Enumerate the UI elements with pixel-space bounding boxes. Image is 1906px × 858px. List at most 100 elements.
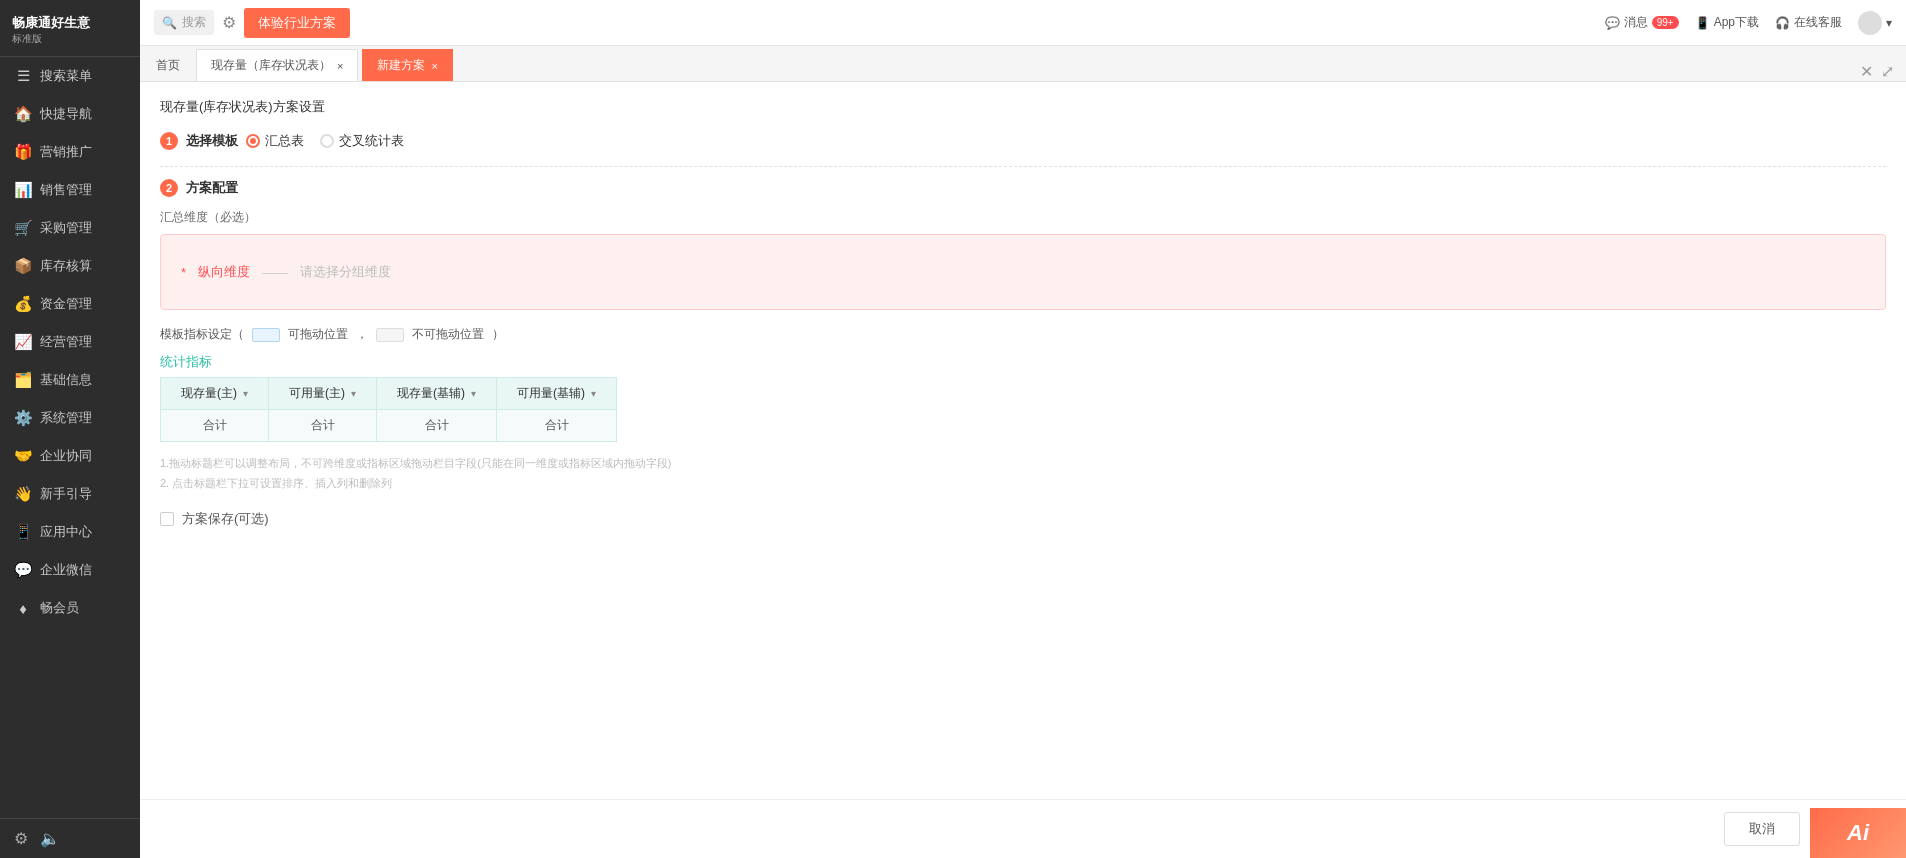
chevron-down-icon[interactable]: ▾: [591, 388, 596, 399]
sidebar-item-企业协同[interactable]: 🤝企业协同: [0, 437, 140, 475]
radio-cross-circle: [320, 134, 334, 148]
topbar: 🔍 搜索 ⚙ 体验行业方案 💬 消息 99+ 📱 App下载 🎧 在线客服: [140, 0, 1906, 46]
template-radio-group: 汇总表 交叉统计表: [246, 132, 404, 150]
tab-inventory-close-icon[interactable]: ×: [337, 60, 343, 72]
sidebar-item-icon: 💬: [14, 561, 32, 579]
col-label: 现存量(主): [181, 385, 237, 402]
summary-dimension-label: 汇总维度（必选）: [160, 209, 1886, 226]
stats-col-header[interactable]: 可用量(主) ▾: [269, 378, 377, 410]
sidebar-footer: ⚙ 🔈: [0, 818, 140, 858]
sidebar-item-畅会员[interactable]: ♦畅会员: [0, 589, 140, 627]
headset-icon: 🎧: [1775, 16, 1790, 30]
page-title: 现存量(库存状况表)方案设置: [160, 98, 1886, 116]
sidebar-item-经营管理[interactable]: 📈经营管理: [0, 323, 140, 361]
download-icon: 📱: [1695, 16, 1710, 30]
sidebar-item-icon: ☰: [14, 67, 32, 85]
tab-new-plan[interactable]: 新建方案 ×: [362, 49, 452, 81]
message-icon: 💬: [1605, 16, 1620, 30]
sidebar-item-label: 搜索菜单: [40, 67, 92, 85]
sidebar-item-营销推广[interactable]: 🎁营销推广: [0, 133, 140, 171]
not-draggable-indicator-legend: [376, 328, 404, 342]
stats-col-header[interactable]: 可用量(基辅)▾: [497, 378, 617, 410]
chevron-down-icon[interactable]: ▾: [243, 388, 248, 399]
sidebar-item-资金管理[interactable]: 💰资金管理: [0, 285, 140, 323]
sidebar-item-销售管理[interactable]: 📊 销售管理: [0, 171, 140, 209]
chevron-down-icon: ▾: [1886, 16, 1892, 30]
sidebar-item-icon: 📱: [14, 523, 32, 541]
online-service-label: 在线客服: [1794, 14, 1842, 31]
sidebar-item-快捷导航[interactable]: 🏠快捷导航: [0, 95, 140, 133]
step1-title: 选择模板: [186, 132, 238, 150]
sidebar-item-采购管理[interactable]: 🛒采购管理: [0, 209, 140, 247]
tab-home[interactable]: 首页: [140, 49, 196, 81]
radio-cross-table[interactable]: 交叉统计表: [320, 132, 404, 150]
save-plan-checkbox[interactable]: [160, 512, 174, 526]
ai-badge[interactable]: Ai: [1810, 808, 1906, 858]
stats-col-sub: 合计: [161, 410, 269, 442]
dimension-box: * 纵向维度 —— 请选择分组维度: [160, 234, 1886, 310]
sidebar-item-系统管理[interactable]: ⚙️系统管理: [0, 399, 140, 437]
sidebar-item-icon: 📊: [14, 181, 32, 199]
search-icon: 🔍: [162, 16, 177, 30]
sidebar-nav: ☰ 搜索菜单 🏠快捷导航🎁营销推广 📊 销售管理 🛒采购管理📦库存核算💰资金管理📈经营管理…: [0, 57, 140, 818]
stats-section-title: 统计指标: [160, 353, 1886, 371]
avatar-icon: [1858, 11, 1882, 35]
radio-summary-table[interactable]: 汇总表: [246, 132, 304, 150]
settings-icon[interactable]: ⚙: [14, 829, 28, 848]
sidebar-item-icon: 🎁: [14, 143, 32, 161]
experience-btn[interactable]: 体验行业方案: [244, 8, 350, 38]
indicators-close: ）: [492, 326, 504, 343]
tab-new-plan-close-icon[interactable]: ×: [431, 60, 437, 72]
sidebar-item-label: 资金管理: [40, 295, 92, 313]
sidebar-item-应用中心[interactable]: 📱应用中心: [0, 513, 140, 551]
stats-col-sub: 合计: [497, 410, 617, 442]
sidebar-item-label: 经营管理: [40, 333, 92, 351]
col-label: 现存量(基辅): [397, 385, 465, 402]
hints-section: 1.拖动标题栏可以调整布局，不可跨维度或指标区域拖动栏目字段(只能在同一维度或指…: [160, 454, 1886, 494]
topbar-search[interactable]: 🔍 搜索: [154, 10, 214, 35]
cancel-button[interactable]: 取消: [1724, 812, 1800, 846]
message-item[interactable]: 💬 消息 99+: [1605, 14, 1679, 31]
sidebar-item-label: 新手引导: [40, 485, 92, 503]
footer-bar: 取消 查询: [140, 799, 1906, 858]
message-badge: 99+: [1652, 16, 1679, 29]
stats-col-header[interactable]: 现存量(基辅) ▾: [377, 378, 497, 410]
sidebar-item-icon: 📦: [14, 257, 32, 275]
section2-header: 2 方案配置: [160, 179, 1886, 197]
topbar-settings-icon[interactable]: ⚙: [222, 13, 236, 32]
tab-inventory-label: 现存量（库存状况表）: [211, 57, 331, 74]
close-panel-icon[interactable]: ✕: [1860, 62, 1873, 81]
tabs-bar: 首页 现存量（库存状况表） × 新建方案 × ✕ ⤢: [140, 46, 1906, 82]
message-label: 消息: [1624, 14, 1648, 31]
online-service-item[interactable]: 🎧 在线客服: [1775, 14, 1842, 31]
app-download-item[interactable]: 📱 App下载: [1695, 14, 1759, 31]
topbar-left: 🔍 搜索 ⚙ 体验行业方案: [154, 8, 1595, 38]
section-step1: 1 选择模板 汇总表 交叉统计表: [160, 132, 1886, 150]
chevron-down-icon[interactable]: ▾: [351, 388, 356, 399]
col-label: 可用量(主): [289, 385, 345, 402]
expand-panel-icon[interactable]: ⤢: [1881, 62, 1894, 81]
sidebar-item-icon: 🏠: [14, 105, 32, 123]
tab-new-plan-label: 新建方案: [377, 57, 425, 74]
sidebar-item-基础信息[interactable]: 🗂️基础信息: [0, 361, 140, 399]
sidebar: 畅康通好生意 标准版 ☰ 搜索菜单 🏠快捷导航🎁营销推广 📊 销售管理 🛒采购管理📦库存核…: [0, 0, 140, 858]
radio-cross-label: 交叉统计表: [339, 132, 404, 150]
tab-inventory-status[interactable]: 现存量（库存状况表） ×: [196, 49, 358, 81]
app-name: 畅康通好生意: [12, 14, 128, 32]
app-logo: 畅康通好生意 标准版: [0, 0, 140, 57]
sidebar-item-搜索菜单[interactable]: ☰ 搜索菜单: [0, 57, 140, 95]
sidebar-item-label: 系统管理: [40, 409, 92, 427]
chevron-down-icon[interactable]: ▾: [471, 388, 476, 399]
stats-col-sub: 合计: [377, 410, 497, 442]
sidebar-item-icon: 🛒: [14, 219, 32, 237]
stats-col-header[interactable]: 现存量(主) ▾: [161, 378, 269, 410]
sidebar-item-库存核算[interactable]: 📦库存核算: [0, 247, 140, 285]
sidebar-item-企业微信[interactable]: 💬企业微信: [0, 551, 140, 589]
sidebar-item-label: 销售管理: [40, 181, 92, 199]
user-avatar[interactable]: ▾: [1858, 11, 1892, 35]
indicators-sep: ，: [356, 326, 368, 343]
indicators-not-draggable-label: 不可拖动位置: [412, 326, 484, 343]
audio-icon[interactable]: 🔈: [40, 829, 60, 848]
sidebar-item-新手引导[interactable]: 👋新手引导: [0, 475, 140, 513]
dimension-placeholder[interactable]: 请选择分组维度: [300, 263, 391, 281]
